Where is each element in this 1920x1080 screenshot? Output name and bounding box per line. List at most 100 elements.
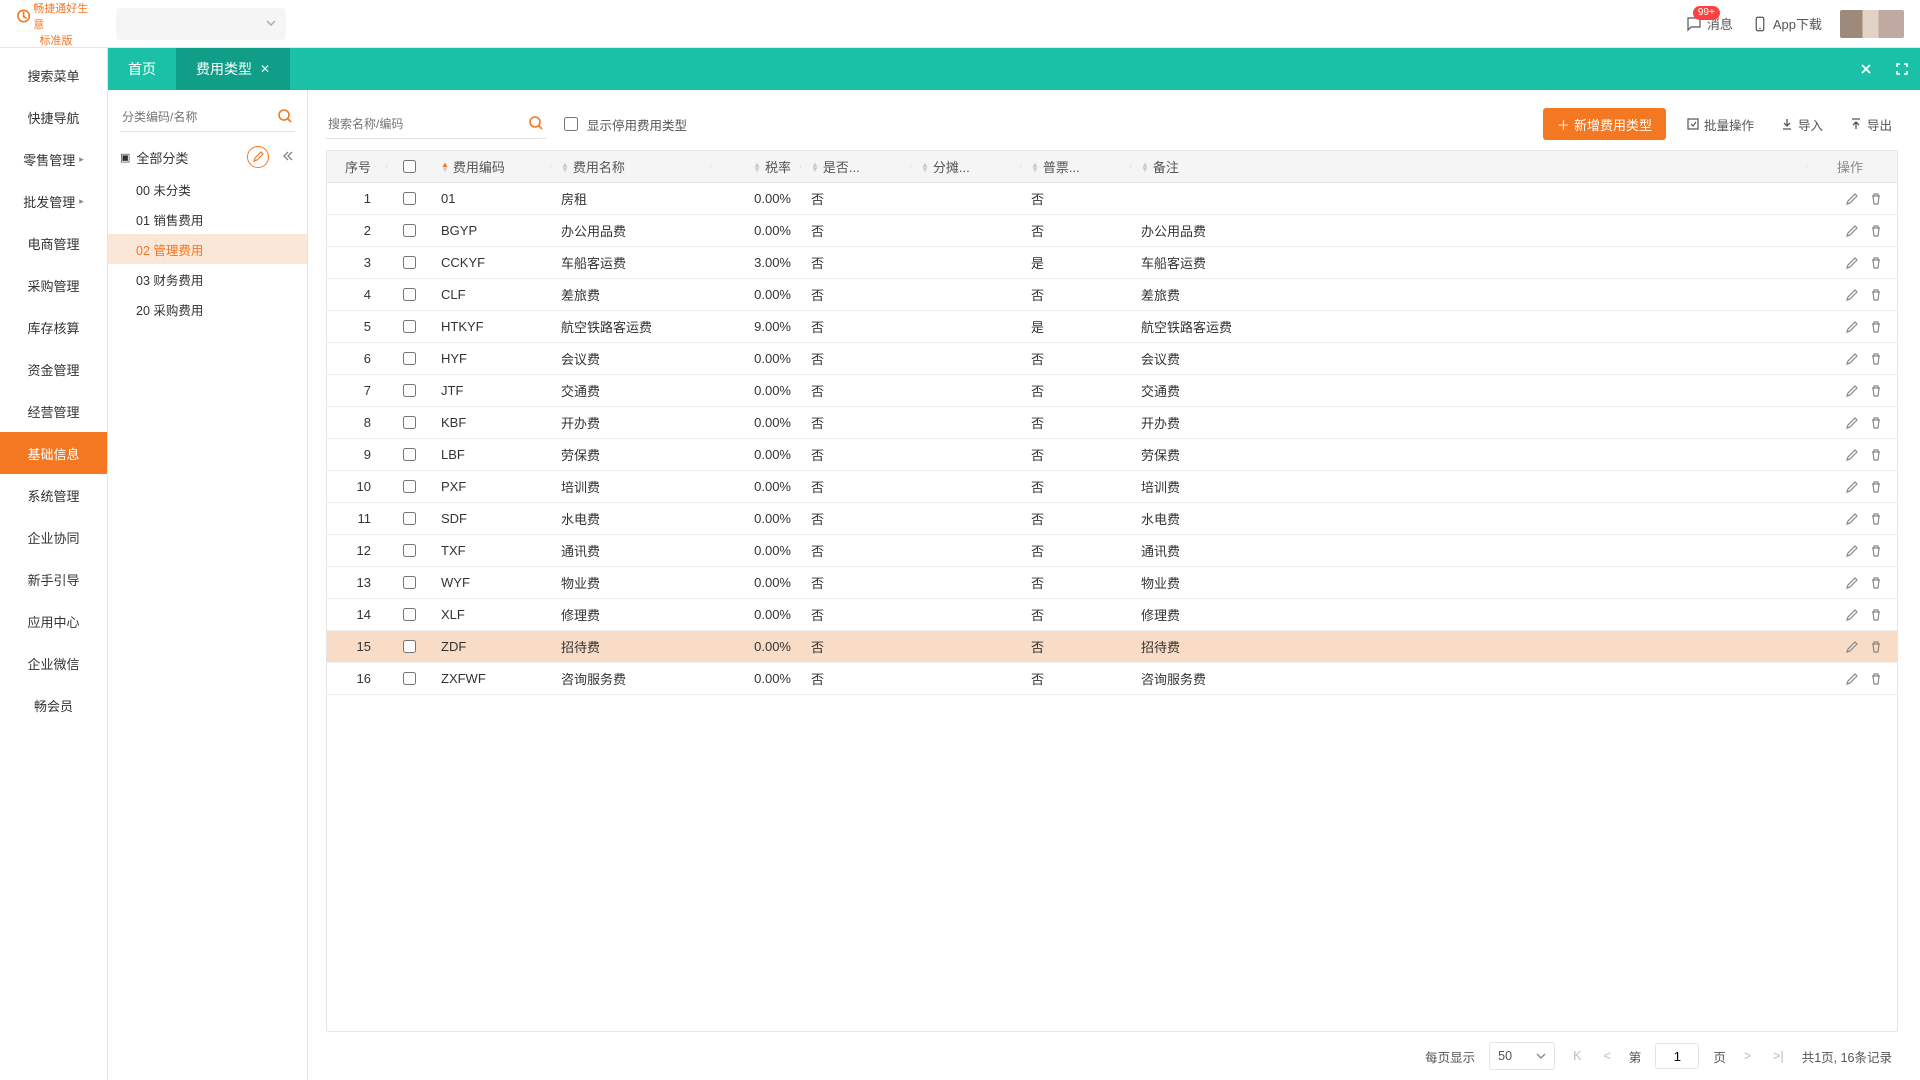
table-row[interactable]: 4CLF差旅费0.00%否否差旅费 bbox=[327, 279, 1897, 311]
pager-last-button[interactable]: >| bbox=[1769, 1049, 1788, 1063]
row-checkbox[interactable] bbox=[403, 672, 416, 685]
table-row[interactable]: 8KBF开办费0.00%否否开办费 bbox=[327, 407, 1897, 439]
edit-icon[interactable] bbox=[1845, 384, 1859, 398]
sidebar-item[interactable]: 零售管理▸ bbox=[0, 138, 107, 180]
row-checkbox[interactable] bbox=[403, 192, 416, 205]
category-item[interactable]: 01 销售费用 bbox=[108, 204, 307, 234]
table-row[interactable]: 12TXF通讯费0.00%否否通讯费 bbox=[327, 535, 1897, 567]
row-checkbox[interactable] bbox=[403, 544, 416, 557]
col-seq[interactable]: 序号 bbox=[345, 157, 371, 176]
delete-icon[interactable] bbox=[1869, 352, 1883, 366]
app-download-button[interactable]: App下载 bbox=[1751, 14, 1822, 33]
sidebar-item[interactable]: 应用中心 bbox=[0, 600, 107, 642]
delete-icon[interactable] bbox=[1869, 448, 1883, 462]
delete-icon[interactable] bbox=[1869, 640, 1883, 654]
row-checkbox[interactable] bbox=[403, 608, 416, 621]
delete-icon[interactable] bbox=[1869, 608, 1883, 622]
row-checkbox[interactable] bbox=[403, 352, 416, 365]
edit-icon[interactable] bbox=[1845, 288, 1859, 302]
show-disabled-checkbox[interactable]: 显示停用费用类型 bbox=[560, 114, 687, 134]
delete-icon[interactable] bbox=[1869, 320, 1883, 334]
col-flag1[interactable]: 是否... bbox=[823, 157, 860, 176]
sidebar-item[interactable]: 企业微信 bbox=[0, 642, 107, 684]
sidebar-item[interactable]: 新手引导 bbox=[0, 558, 107, 600]
row-checkbox[interactable] bbox=[403, 320, 416, 333]
edit-icon[interactable] bbox=[1845, 640, 1859, 654]
edit-icon[interactable] bbox=[1845, 544, 1859, 558]
edit-icon[interactable] bbox=[1845, 672, 1859, 686]
delete-icon[interactable] bbox=[1869, 192, 1883, 206]
category-search-input[interactable] bbox=[120, 102, 295, 132]
delete-icon[interactable] bbox=[1869, 384, 1883, 398]
table-row[interactable]: 6HYF会议费0.00%否否会议费 bbox=[327, 343, 1897, 375]
batch-button[interactable]: 批量操作 bbox=[1680, 108, 1760, 140]
edit-icon[interactable] bbox=[1845, 320, 1859, 334]
row-checkbox[interactable] bbox=[403, 576, 416, 589]
sidebar-item[interactable]: 企业协同 bbox=[0, 516, 107, 558]
tab-home[interactable]: 首页 bbox=[108, 48, 176, 90]
pager-next-button[interactable]: > bbox=[1740, 1049, 1755, 1063]
delete-icon[interactable] bbox=[1869, 288, 1883, 302]
avatar[interactable] bbox=[1840, 10, 1904, 38]
row-checkbox[interactable] bbox=[403, 256, 416, 269]
col-rate[interactable]: 税率 bbox=[765, 157, 791, 176]
edit-icon[interactable] bbox=[1845, 416, 1859, 430]
tree-toggle-icon[interactable]: ▣ bbox=[120, 151, 130, 164]
category-edit-button[interactable] bbox=[247, 146, 269, 168]
table-row[interactable]: 14XLF修理费0.00%否否修理费 bbox=[327, 599, 1897, 631]
col-remark[interactable]: 备注 bbox=[1153, 157, 1179, 176]
row-checkbox[interactable] bbox=[403, 480, 416, 493]
table-row[interactable]: 7JTF交通费0.00%否否交通费 bbox=[327, 375, 1897, 407]
col-code[interactable]: 费用编码 bbox=[453, 157, 505, 176]
export-button[interactable]: 导出 bbox=[1843, 108, 1898, 140]
delete-icon[interactable] bbox=[1869, 480, 1883, 494]
table-row[interactable]: 2BGYP办公用品费0.00%否否办公用品费 bbox=[327, 215, 1897, 247]
add-button[interactable]: ＋ 新增费用类型 bbox=[1543, 108, 1666, 140]
edit-icon[interactable] bbox=[1845, 576, 1859, 590]
panel-collapse-button[interactable] bbox=[281, 149, 295, 166]
import-button[interactable]: 导入 bbox=[1774, 108, 1829, 140]
edit-icon[interactable] bbox=[1845, 352, 1859, 366]
row-checkbox[interactable] bbox=[403, 640, 416, 653]
delete-icon[interactable] bbox=[1869, 224, 1883, 238]
category-item[interactable]: 02 管理费用 bbox=[108, 234, 307, 264]
edit-icon[interactable] bbox=[1845, 480, 1859, 494]
tabs-close-all-button[interactable] bbox=[1848, 62, 1884, 76]
company-selector[interactable] bbox=[116, 8, 286, 40]
row-checkbox[interactable] bbox=[403, 224, 416, 237]
tab-active[interactable]: 费用类型 ✕ bbox=[176, 48, 290, 90]
delete-icon[interactable] bbox=[1869, 416, 1883, 430]
delete-icon[interactable] bbox=[1869, 576, 1883, 590]
sidebar-item[interactable]: 资金管理 bbox=[0, 348, 107, 390]
messages-button[interactable]: 99+ 消息 bbox=[1685, 14, 1733, 33]
delete-icon[interactable] bbox=[1869, 256, 1883, 270]
row-checkbox[interactable] bbox=[403, 384, 416, 397]
table-row[interactable]: 15ZDF招待费0.00%否否招待费 bbox=[327, 631, 1897, 663]
sidebar-item[interactable]: 经营管理 bbox=[0, 390, 107, 432]
table-row[interactable]: 5HTKYF航空铁路客运费9.00%否是航空铁路客运费 bbox=[327, 311, 1897, 343]
sidebar-item[interactable]: 批发管理▸ bbox=[0, 180, 107, 222]
col-flag3[interactable]: 普票... bbox=[1043, 157, 1080, 176]
sidebar-item[interactable]: 采购管理 bbox=[0, 264, 107, 306]
sidebar-item[interactable]: 搜索菜单 bbox=[0, 54, 107, 96]
edit-icon[interactable] bbox=[1845, 256, 1859, 270]
edit-icon[interactable] bbox=[1845, 512, 1859, 526]
edit-icon[interactable] bbox=[1845, 192, 1859, 206]
pager-prev-button[interactable]: < bbox=[1599, 1049, 1614, 1063]
sidebar-item[interactable]: 电商管理 bbox=[0, 222, 107, 264]
col-flag2[interactable]: 分摊... bbox=[933, 157, 970, 176]
row-checkbox[interactable] bbox=[403, 416, 416, 429]
sidebar-item[interactable]: 快捷导航 bbox=[0, 96, 107, 138]
table-row[interactable]: 11SDF水电费0.00%否否水电费 bbox=[327, 503, 1897, 535]
show-disabled-input[interactable] bbox=[564, 117, 578, 131]
edit-icon[interactable] bbox=[1845, 608, 1859, 622]
table-row[interactable]: 16ZXFWF咨询服务费0.00%否否咨询服务费 bbox=[327, 663, 1897, 695]
sidebar-item[interactable]: 畅会员 bbox=[0, 684, 107, 726]
table-row[interactable]: 101房租0.00%否否 bbox=[327, 183, 1897, 215]
table-row[interactable]: 13WYF物业费0.00%否否物业费 bbox=[327, 567, 1897, 599]
table-search-input[interactable] bbox=[326, 109, 546, 139]
delete-icon[interactable] bbox=[1869, 672, 1883, 686]
row-checkbox[interactable] bbox=[403, 512, 416, 525]
delete-icon[interactable] bbox=[1869, 512, 1883, 526]
select-all-checkbox[interactable] bbox=[403, 160, 416, 173]
